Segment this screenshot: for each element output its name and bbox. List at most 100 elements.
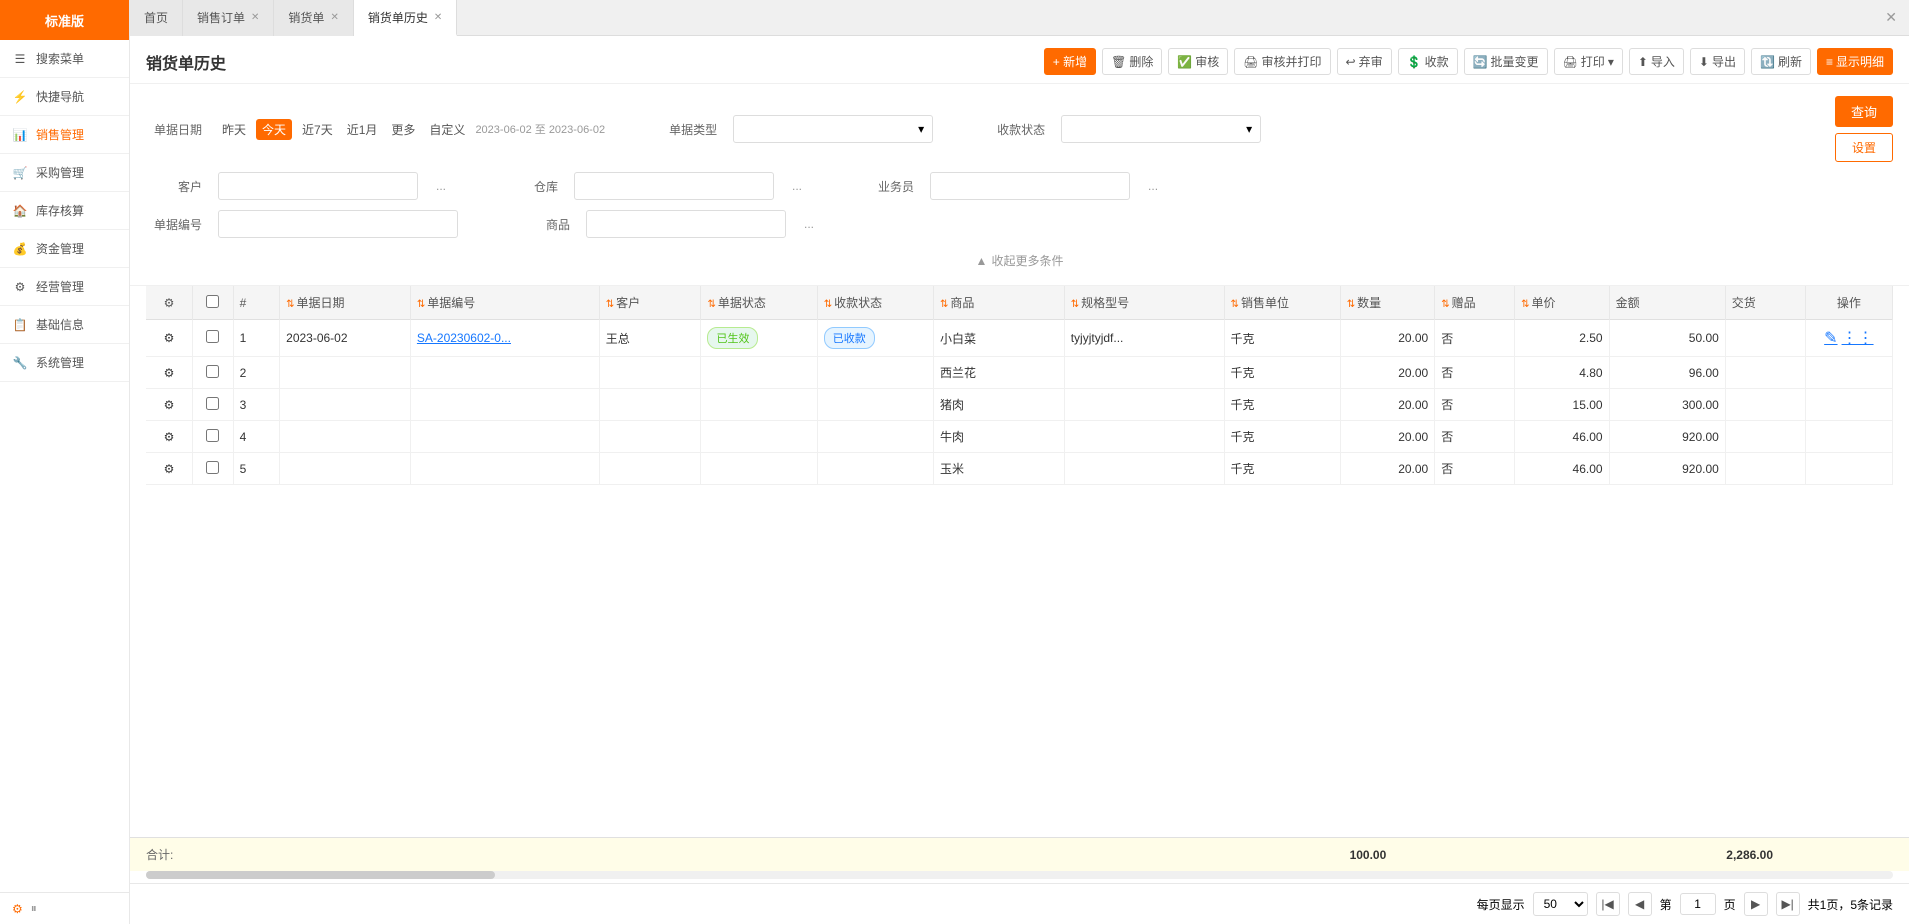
query-button[interactable]: 查询: [1835, 96, 1893, 127]
col-qty[interactable]: ⇅数量: [1340, 286, 1434, 320]
sidebar-item-stock-calc[interactable]: 🏠 库存核算: [0, 192, 129, 230]
col-doc-no[interactable]: ⇅单据编号: [410, 286, 599, 320]
col-customer[interactable]: ⇅客户: [599, 286, 701, 320]
date-shortcut-yesterday[interactable]: 昨天: [218, 119, 250, 140]
footer-label: 合计:: [146, 846, 173, 863]
row-gear[interactable]: ⚙: [146, 421, 192, 453]
customer-label: 客户: [146, 178, 202, 195]
sidebar-item-label: 经营管理: [36, 278, 84, 295]
goods-input[interactable]: [586, 210, 786, 238]
tab-sales-history-close[interactable]: ✕: [434, 12, 442, 23]
sidebar-item-label: 基础信息: [36, 316, 84, 333]
sidebar-item-search-menu[interactable]: ☰ 搜索菜单: [0, 40, 129, 78]
col-pay-status[interactable]: ⇅收款状态: [817, 286, 933, 320]
date-shortcut-custom[interactable]: 自定义: [425, 119, 469, 140]
staff-more-icon[interactable]: ...: [1148, 179, 1158, 193]
audit-button[interactable]: ✅ 审核: [1168, 48, 1228, 75]
pause-icon[interactable]: ⏸: [31, 901, 37, 916]
settings-icon[interactable]: ⚙: [12, 902, 23, 916]
tab-sales-order-close[interactable]: ✕: [251, 12, 259, 23]
sidebar-item-purchase-mgmt[interactable]: 🛒 采购管理: [0, 154, 129, 192]
page-number-input[interactable]: [1680, 893, 1716, 915]
row-date: [280, 389, 411, 421]
export-icon: ⬇: [1699, 55, 1709, 69]
tab-bar-close-all[interactable]: ✕: [1873, 9, 1909, 26]
col-gift[interactable]: ⇅赠品: [1435, 286, 1515, 320]
row-gear[interactable]: ⚙: [146, 389, 192, 421]
collapse-button[interactable]: ▲ 收起更多条件: [976, 252, 1064, 269]
new-button[interactable]: + 新增: [1044, 48, 1096, 75]
tab-sales-goods[interactable]: 销货单 ✕: [274, 0, 353, 36]
edit-button[interactable]: ✎: [1824, 330, 1837, 347]
audit-print-button[interactable]: 🖨 审核并打印: [1234, 48, 1330, 75]
customer-input[interactable]: [218, 172, 418, 200]
doc-type-dropdown-icon: ▾: [918, 122, 924, 136]
scrollbar-thumb[interactable]: [146, 871, 495, 879]
tab-sales-history[interactable]: 销货单历史 ✕: [354, 0, 457, 36]
set-button[interactable]: 设置: [1835, 133, 1893, 162]
row-check[interactable]: [192, 421, 233, 453]
date-shortcut-7days[interactable]: 近7天: [298, 119, 337, 140]
tab-sales-order[interactable]: 销售订单 ✕: [183, 0, 274, 36]
total-info: 共1页，5条记录: [1808, 896, 1893, 913]
col-date[interactable]: ⇅单据日期: [280, 286, 411, 320]
row-date: [280, 421, 411, 453]
discard-button[interactable]: ↩ 弃审: [1337, 48, 1392, 75]
page-size-select[interactable]: 50 100 200: [1533, 892, 1588, 916]
date-shortcut-more[interactable]: 更多: [387, 119, 419, 140]
audit-icon: ✅: [1177, 55, 1192, 69]
import-button[interactable]: ⬆ 导入: [1629, 48, 1684, 75]
next-page-button[interactable]: ▶: [1744, 892, 1768, 916]
warehouse-input[interactable]: [574, 172, 774, 200]
sidebar-item-basic-info[interactable]: 📋 基础信息: [0, 306, 129, 344]
tab-sales-goods-close[interactable]: ✕: [330, 12, 338, 23]
col-unit[interactable]: ⇅销售单位: [1224, 286, 1340, 320]
col-spec[interactable]: ⇅规格型号: [1064, 286, 1224, 320]
print-button[interactable]: 🖨 打印 ▾: [1554, 48, 1623, 75]
doc-no-input[interactable]: [218, 210, 458, 238]
row-price: 2.50: [1515, 320, 1609, 357]
row-qty: 20.00: [1340, 320, 1434, 357]
row-num: 3: [233, 389, 279, 421]
last-page-button[interactable]: ▶|: [1776, 892, 1800, 916]
col-goods[interactable]: ⇅商品: [933, 286, 1064, 320]
sidebar-item-quick-nav[interactable]: ⚡ 快捷导航: [0, 78, 129, 116]
sidebar-item-finance-mgmt[interactable]: 💰 资金管理: [0, 230, 129, 268]
goods-more-icon[interactable]: ...: [804, 217, 814, 231]
prev-page-button[interactable]: ◀: [1628, 892, 1652, 916]
show-detail-button[interactable]: ≡ 显示明细: [1817, 48, 1893, 75]
table-scrollbar[interactable]: [146, 871, 1893, 879]
staff-input[interactable]: [930, 172, 1130, 200]
row-check[interactable]: [192, 453, 233, 485]
doc-type-label: 单据类型: [661, 121, 717, 138]
doc-type-select[interactable]: ▾: [733, 115, 933, 143]
sidebar-item-sys-mgmt[interactable]: 🔧 系统管理: [0, 344, 129, 382]
date-shortcut-today[interactable]: 今天: [256, 119, 292, 140]
first-page-button[interactable]: |◀: [1596, 892, 1620, 916]
collect-button[interactable]: 💲 收款: [1398, 48, 1458, 75]
row-doc-no: [410, 389, 599, 421]
more-button[interactable]: ⋮⋮: [1842, 330, 1874, 347]
warehouse-more-icon[interactable]: ...: [792, 179, 802, 193]
customer-more-icon[interactable]: ...: [436, 179, 446, 193]
row-gear[interactable]: ⚙: [146, 453, 192, 485]
sidebar-item-ops-mgmt[interactable]: ⚙ 经营管理: [0, 268, 129, 306]
row-gear[interactable]: ⚙: [146, 320, 192, 357]
col-price[interactable]: ⇅单价: [1515, 286, 1609, 320]
col-doc-status[interactable]: ⇅单据状态: [701, 286, 817, 320]
row-check[interactable]: [192, 320, 233, 357]
tab-home[interactable]: 首页: [130, 0, 183, 36]
row-check[interactable]: [192, 389, 233, 421]
page-content: 销货单历史 + 新增 🗑 删除 ✅ 审核 🖨 审核并打印 ↩ 弃审: [130, 36, 1909, 924]
select-all-checkbox[interactable]: [206, 295, 219, 308]
batch-change-button[interactable]: 🔄 批量变更: [1464, 48, 1548, 75]
row-gear[interactable]: ⚙: [146, 357, 192, 389]
print-dropdown-icon: ▾: [1608, 55, 1614, 69]
delete-button[interactable]: 🗑 删除: [1102, 48, 1162, 75]
export-button[interactable]: ⬇ 导出: [1690, 48, 1745, 75]
payment-status-select[interactable]: ▾: [1061, 115, 1261, 143]
sidebar-item-sales-mgmt[interactable]: 📊 销售管理: [0, 116, 129, 154]
row-check[interactable]: [192, 357, 233, 389]
refresh-button[interactable]: 🔃 刷新: [1751, 48, 1811, 75]
date-shortcut-1month[interactable]: 近1月: [343, 119, 382, 140]
